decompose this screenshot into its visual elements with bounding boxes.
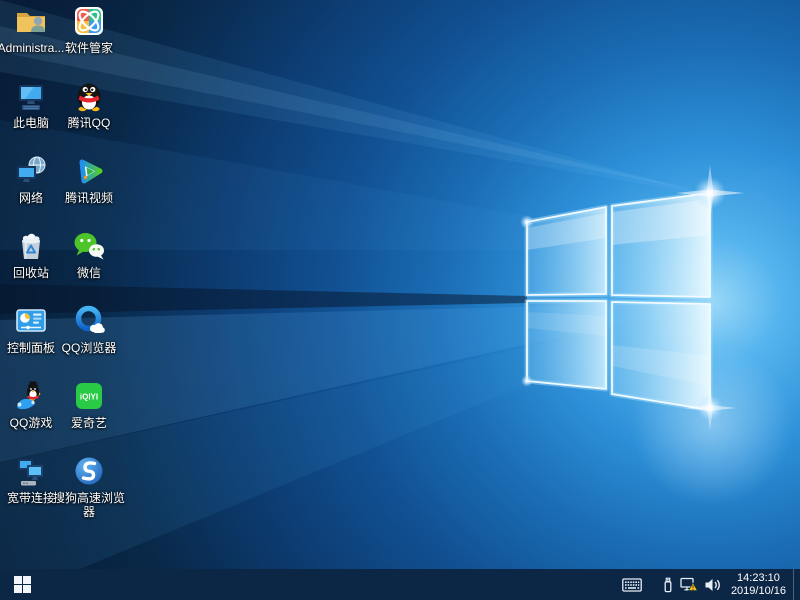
iqiyi-icon: iQIYI [72,379,106,413]
network-status-tray-button[interactable] [677,569,701,600]
qq-browser-icon [72,304,106,338]
tencent-qq-icon [72,79,106,113]
desktop-icon-tencent-qq[interactable]: 腾讯QQ [60,79,118,154]
desktop-icon-iqiyi[interactable]: iQIYI 爱奇艺 [60,379,118,454]
desktop-icon-tencent-video[interactable]: 腾讯视频 [60,154,118,229]
desktop-icon-sogou-browser[interactable]: 搜狗高速浏览器 [60,454,118,529]
clock-time: 14:23:10 [731,572,786,585]
icon-label: 腾讯QQ [50,116,128,130]
administrator-folder-icon [14,4,48,38]
icon-label: 腾讯视频 [50,191,128,205]
network-icon [14,154,48,188]
desktop-icon-software-manager[interactable]: 软件管家 [60,4,118,79]
taskbar-clock[interactable]: 14:23:10 2019/10/16 [725,569,793,600]
network-warning-icon [680,577,698,592]
qq-games-icon [14,379,48,413]
desktop-icon-qq-browser[interactable]: QQ浏览器 [60,304,118,379]
desktop-icon-grid: Administra... 软件管家 [2,4,118,529]
tencent-video-icon [72,154,106,188]
icon-label: 爱奇艺 [50,416,128,430]
volume-tray-button[interactable] [701,569,725,600]
windows-hero-wallpaper [0,0,800,569]
touch-keyboard-tray-button[interactable] [619,569,645,600]
this-pc-icon [14,79,48,113]
system-tray: 14:23:10 2019/10/16 [619,569,800,600]
usb-device-icon [662,577,674,593]
wechat-icon [72,229,106,263]
sogou-browser-icon [72,454,106,488]
desktop-wallpaper: Administra... 软件管家 [0,0,800,569]
software-manager-icon [72,4,106,38]
usb-tray-button[interactable] [659,569,677,600]
icon-label: 软件管家 [50,41,128,55]
windows-start-icon [14,576,31,593]
clock-date: 2019/10/16 [731,585,786,598]
taskbar: 14:23:10 2019/10/16 [0,569,800,600]
icon-label: 搜狗高速浏览器 [50,491,128,519]
start-button[interactable] [0,569,44,600]
icon-label: QQ浏览器 [50,341,128,355]
recycle-bin-icon [14,229,48,263]
show-desktop-button[interactable] [793,569,800,600]
volume-icon [704,578,722,592]
control-panel-icon [14,304,48,338]
touch-keyboard-icon [622,578,642,592]
desktop-icon-wechat[interactable]: 微信 [60,229,118,304]
broadband-connection-icon [14,454,48,488]
icon-label: 微信 [50,266,128,280]
iqiyi-logo-text: iQIYI [80,393,98,402]
